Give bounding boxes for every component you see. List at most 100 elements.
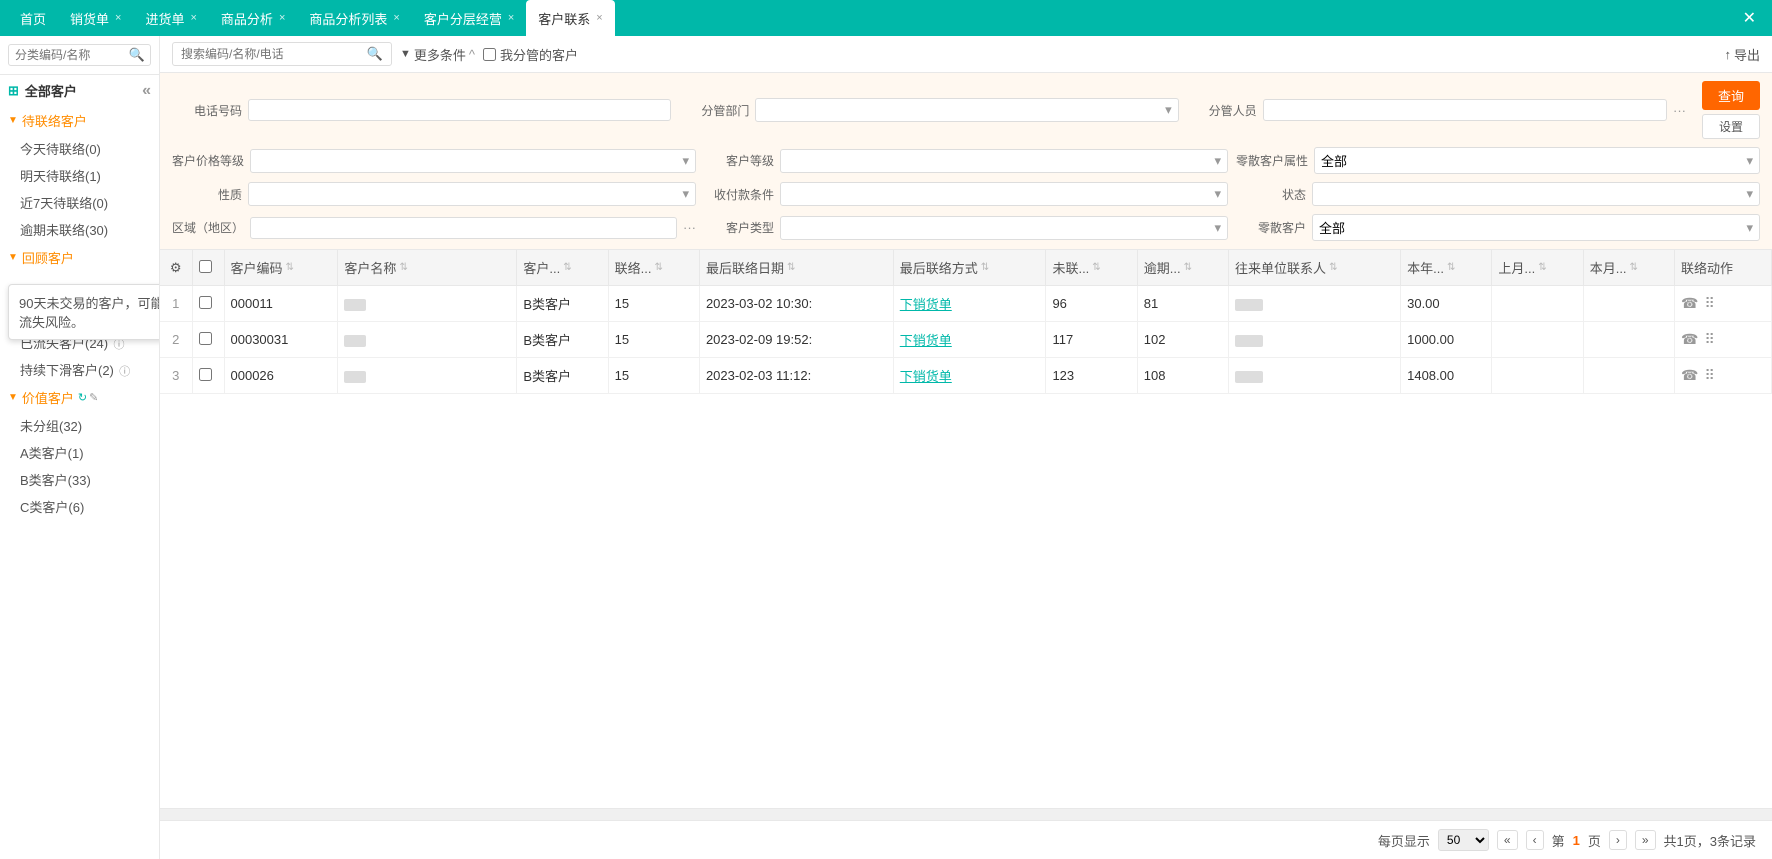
nav-customer-tier[interactable]: 客户分层经营 ×: [412, 0, 526, 36]
filter-more-conditions-button[interactable]: ▼ 更多条件 ^: [400, 45, 475, 64]
triangle-icon-3: ▼: [8, 392, 18, 403]
td-uncontacted-1: 117: [1046, 322, 1137, 358]
td-name-2: [338, 358, 517, 394]
next-page-button[interactable]: ›: [1609, 830, 1627, 850]
th-type: 客户... ⇅: [517, 250, 608, 286]
close-product-analysis-tab[interactable]: ×: [279, 12, 285, 24]
select-status[interactable]: ▾: [1312, 182, 1760, 206]
sidebar-group-value[interactable]: ▼ 价值客户 ↻ ✎: [0, 383, 159, 412]
select-customer-grade[interactable]: ▾: [780, 149, 1228, 173]
sort-contact-icon[interactable]: ⇅: [654, 262, 662, 273]
my-customers-filter[interactable]: 我分管的客户: [483, 45, 578, 64]
nav-product-analysis[interactable]: 商品分析 ×: [209, 0, 297, 36]
select-dept[interactable]: ▾: [755, 98, 1178, 122]
query-button[interactable]: 查询: [1702, 81, 1760, 110]
input-region[interactable]: [250, 217, 677, 239]
td-this-month-0: [1583, 286, 1674, 322]
sort-way-icon[interactable]: ⇅: [981, 262, 989, 273]
my-customers-checkbox[interactable]: [483, 48, 496, 61]
window-close-button[interactable]: ✕: [1735, 8, 1764, 28]
nav-sales[interactable]: 销货单 ×: [58, 0, 133, 36]
td-uncontacted-0: 96: [1046, 286, 1137, 322]
edit-icon[interactable]: ✎: [89, 391, 98, 404]
last-page-button[interactable]: »: [1635, 830, 1656, 850]
sidebar-item-c-class[interactable]: C类客户(6): [0, 493, 159, 520]
sidebar-item-b-class[interactable]: B类客户(33): [0, 466, 159, 493]
filter-search-icon[interactable]: 🔍: [367, 46, 383, 62]
row-checkbox-1[interactable]: [199, 332, 212, 345]
row-checkbox-2[interactable]: [199, 368, 212, 381]
sort-uncontacted-icon[interactable]: ⇅: [1092, 262, 1100, 273]
select-sparse-customer[interactable]: 全部 ▾: [1312, 214, 1760, 241]
table-settings-icon[interactable]: ⚙: [170, 260, 182, 275]
settings-button[interactable]: 设置: [1702, 114, 1760, 139]
select-customer-type[interactable]: ▾: [780, 216, 1228, 240]
sort-contact-person-icon[interactable]: ⇅: [1329, 262, 1337, 273]
close-customer-contact-tab[interactable]: ×: [596, 12, 602, 24]
sidebar-item-overdue[interactable]: 逾期未联络(30): [0, 216, 159, 243]
dots-region[interactable]: ···: [683, 220, 696, 235]
sidebar-item-declining[interactable]: 持续下滑客户(2) ⓘ: [0, 356, 159, 383]
nav-customer-contact[interactable]: 客户联系 ×: [526, 0, 614, 36]
nav-purchase[interactable]: 进货单 ×: [133, 0, 208, 36]
sort-this-month-icon[interactable]: ⇅: [1630, 262, 1638, 273]
prev-page-button[interactable]: ‹: [1526, 830, 1544, 850]
td-contact-0: 15: [608, 286, 699, 322]
sidebar-item-today[interactable]: 今天待联络(0): [0, 135, 159, 162]
sidebar-collapse-button[interactable]: «: [142, 82, 151, 100]
action-more-icon-2[interactable]: ⠿: [1704, 367, 1714, 384]
refresh-icon[interactable]: ↻: [78, 391, 87, 404]
sidebar-item-tomorrow[interactable]: 明天待联络(1): [0, 162, 159, 189]
select-nature[interactable]: ▾: [248, 182, 696, 206]
export-button[interactable]: ↑ 导出: [1724, 45, 1760, 64]
td-row-num-1: 2: [160, 322, 192, 358]
down-arrow-sparse-customer: ▾: [1746, 220, 1753, 236]
sidebar-item-ungrouped[interactable]: 未分组(32): [0, 412, 159, 439]
action-phone-icon-1[interactable]: ☎: [1681, 331, 1698, 348]
advanced-filter-panel: 电话号码 分管部门 ▾ 分管人员 ··· 查询 设置: [160, 73, 1772, 250]
select-payment[interactable]: ▾: [780, 182, 1228, 206]
select-sparse-attr[interactable]: 全部 ▾: [1314, 147, 1760, 174]
sidebar-item-a-class[interactable]: A类客户(1): [0, 439, 159, 466]
sidebar-group-pending[interactable]: ▼ 待联络客户: [0, 106, 159, 135]
th-settings[interactable]: ⚙: [160, 250, 192, 286]
sort-name-icon[interactable]: ⇅: [399, 262, 407, 273]
sort-last-month-icon[interactable]: ⇅: [1538, 262, 1546, 273]
sort-overdue-icon[interactable]: ⇅: [1184, 262, 1192, 273]
last-way-link-0[interactable]: 下销货单: [900, 297, 952, 312]
sort-this-year-icon[interactable]: ⇅: [1447, 262, 1455, 273]
sidebar-all-customers[interactable]: ⊞ 全部客户 «: [0, 75, 159, 106]
select-all-checkbox[interactable]: [199, 260, 212, 273]
input-phone[interactable]: [248, 99, 671, 121]
close-purchase-tab[interactable]: ×: [190, 12, 196, 24]
select-price-grade[interactable]: ▾: [250, 149, 696, 173]
filter-customer-grade: 客户等级 ▾: [704, 149, 1228, 173]
horizontal-scrollbar[interactable]: [160, 808, 1772, 820]
action-phone-icon-0[interactable]: ☎: [1681, 295, 1698, 312]
input-manager[interactable]: [1263, 99, 1667, 121]
close-sales-tab[interactable]: ×: [115, 12, 121, 24]
sidebar-item-7days[interactable]: 近7天待联络(0): [0, 189, 159, 216]
sort-type-icon[interactable]: ⇅: [563, 262, 571, 273]
dots-manager[interactable]: ···: [1673, 103, 1686, 118]
action-more-icon-0[interactable]: ⠿: [1704, 295, 1714, 312]
close-product-list-tab[interactable]: ×: [393, 12, 399, 24]
sidebar-search-icon[interactable]: 🔍: [129, 47, 145, 63]
first-page-button[interactable]: «: [1497, 830, 1518, 850]
nav-product-list[interactable]: 商品分析列表 ×: [297, 0, 411, 36]
close-customer-tier-tab[interactable]: ×: [508, 12, 514, 24]
last-way-link-2[interactable]: 下销货单: [900, 369, 952, 384]
action-more-icon-1[interactable]: ⠿: [1704, 331, 1714, 348]
action-phone-icon-2[interactable]: ☎: [1681, 367, 1698, 384]
sort-date-icon[interactable]: ⇅: [787, 262, 795, 273]
filter-bar: 🔍 ▼ 更多条件 ^ 我分管的客户 ↑ 导出: [160, 36, 1772, 73]
per-page-select[interactable]: 50 100 200: [1438, 829, 1489, 851]
sidebar-group-review[interactable]: ▼ 回顾客户: [0, 243, 159, 272]
nav-home[interactable]: 首页: [8, 0, 58, 36]
last-way-link-1[interactable]: 下销货单: [900, 333, 952, 348]
row-checkbox-0[interactable]: [199, 296, 212, 309]
sort-code-icon[interactable]: ⇅: [286, 262, 294, 273]
filter-search-input[interactable]: [181, 47, 367, 61]
th-this-year: 本年... ⇅: [1401, 250, 1492, 286]
th-this-month: 本月... ⇅: [1583, 250, 1674, 286]
